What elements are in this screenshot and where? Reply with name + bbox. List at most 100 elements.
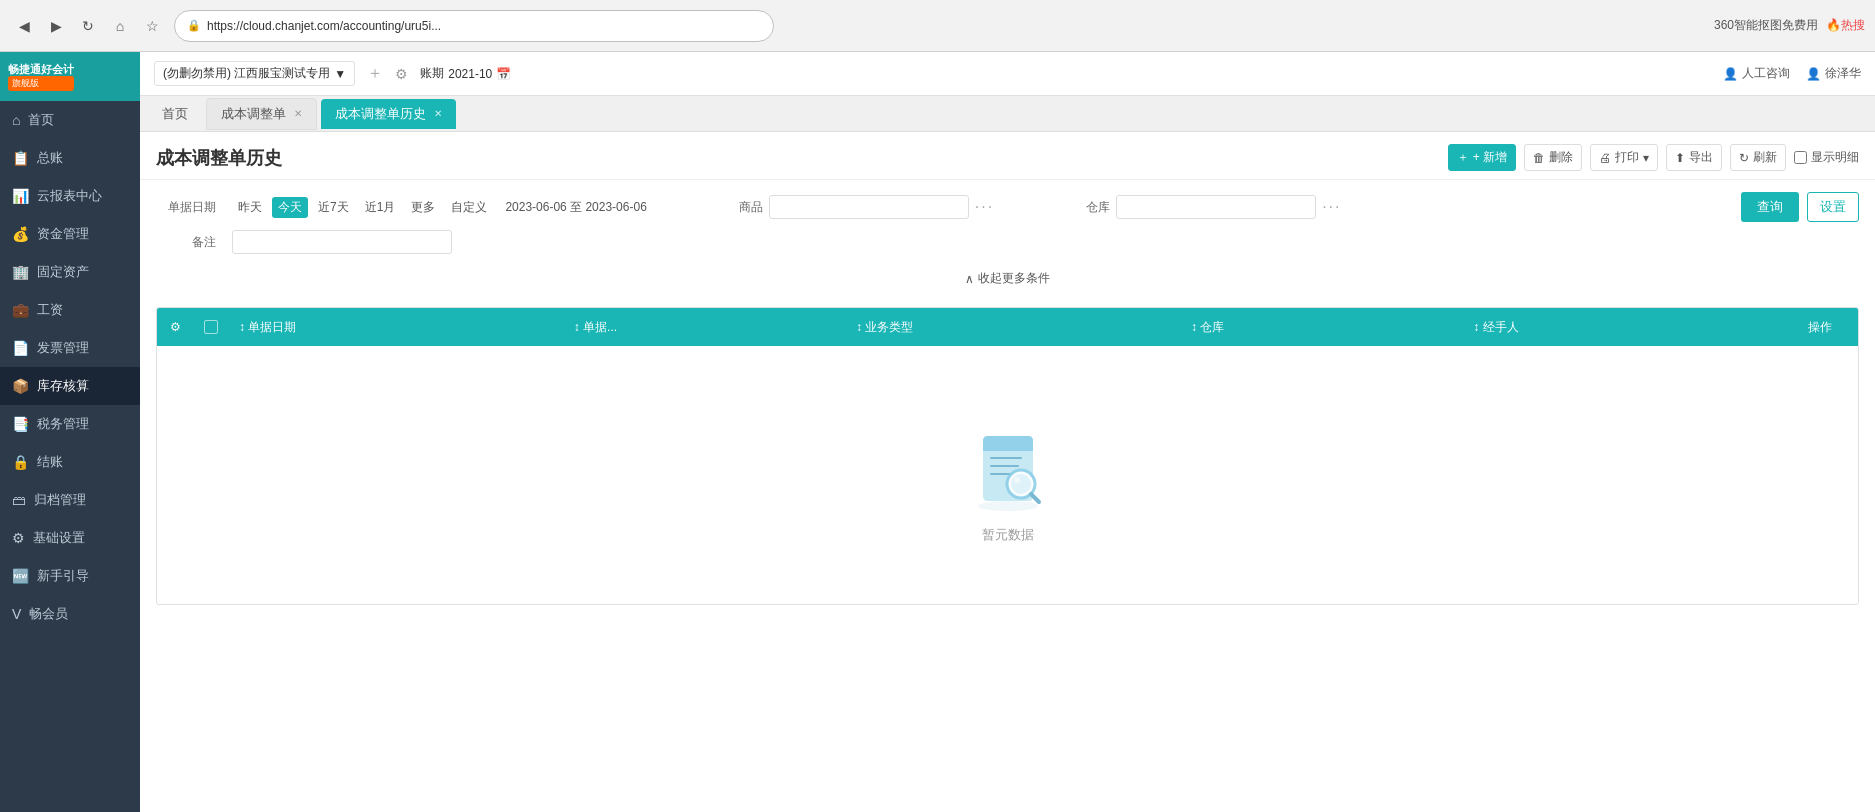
home-button[interactable]: ⌂ — [106, 12, 134, 40]
sidebar-label-invoice: 发票管理 — [37, 339, 89, 357]
th-biz-type[interactable]: ↕ 业务类型 — [846, 319, 1181, 336]
main-content: (勿删勿禁用) 江西服宝测试专用 ▼ ＋ ⚙ 账期 2021-10 📅 👤 人工… — [140, 52, 1875, 812]
hot-label: 🔥热搜 — [1826, 17, 1865, 34]
sidebar-item-assets[interactable]: 🏢 固定资产 — [0, 253, 140, 291]
sidebar-label-archive: 归档管理 — [34, 491, 86, 509]
calendar-icon[interactable]: 📅 — [496, 67, 511, 81]
th-date[interactable]: ↕ 单据日期 — [229, 319, 564, 336]
settings-search-button[interactable]: 设置 — [1807, 192, 1859, 222]
logo-badge: 旗舰版 — [8, 76, 74, 91]
period-label: 账期 — [420, 65, 444, 82]
sidebar-item-invoice[interactable]: 📄 发票管理 — [0, 329, 140, 367]
tab-cost-adjust-close[interactable]: ✕ — [294, 108, 302, 119]
goods-input[interactable] — [769, 195, 969, 219]
sidebar-item-settings[interactable]: ⚙ 基础设置 — [0, 519, 140, 557]
add-button[interactable]: ＋ + 新增 — [1448, 144, 1516, 171]
search-label: 360智能抠图免费用 — [1714, 17, 1818, 34]
svg-line-6 — [1031, 494, 1039, 502]
tab-home[interactable]: 首页 — [148, 99, 202, 129]
sidebar-item-home[interactable]: ⌂ 首页 — [0, 101, 140, 139]
user-menu[interactable]: 👤 徐泽华 — [1806, 65, 1861, 82]
app-header: (勿删勿禁用) 江西服宝测试专用 ▼ ＋ ⚙ 账期 2021-10 📅 👤 人工… — [140, 52, 1875, 96]
sidebar-label-guide: 新手引导 — [37, 567, 89, 585]
collapse-label: 收起更多条件 — [978, 270, 1050, 287]
add-tab-btn[interactable]: ＋ — [367, 63, 383, 84]
th-operator-label: ↕ 经手人 — [1473, 319, 1518, 336]
date-btn-custom[interactable]: 自定义 — [445, 197, 493, 218]
refresh-button[interactable]: ↻ — [74, 12, 102, 40]
display-toggle[interactable]: 显示明细 — [1794, 149, 1859, 166]
address-bar[interactable]: 🔒 https://cloud.chanjet.com/accounting/u… — [174, 10, 774, 42]
sidebar-item-guide[interactable]: 🆕 新手引导 — [0, 557, 140, 595]
sidebar-label-reports: 云报表中心 — [37, 187, 102, 205]
sidebar-item-archive[interactable]: 🗃 归档管理 — [0, 481, 140, 519]
tab-cost-history[interactable]: 成本调整单历史 ✕ — [321, 99, 456, 129]
th-voucher[interactable]: ↕ 单据... — [564, 319, 846, 336]
warehouse-dots[interactable]: ··· — [1322, 198, 1341, 216]
remark-input[interactable] — [232, 230, 452, 254]
filter-row-1: 单据日期 昨天 今天 近7天 近1月 更多 自定义 2023-06-06 至 2… — [156, 192, 1859, 222]
th-settings[interactable]: ⚙ — [157, 320, 193, 334]
th-action-label: 操作 — [1808, 319, 1832, 336]
star-button[interactable]: ☆ — [138, 12, 166, 40]
forward-button[interactable]: ▶ — [42, 12, 70, 40]
sidebar-item-inventory[interactable]: 📦 库存核算 — [0, 367, 140, 405]
tab-cost-adjust[interactable]: 成本调整单 ✕ — [206, 98, 317, 130]
date-filter: 昨天 今天 近7天 近1月 更多 自定义 2023-06-06 至 2023-0… — [232, 197, 647, 218]
settings-icon[interactable]: ⚙ — [395, 66, 408, 82]
date-btn-7days[interactable]: 近7天 — [312, 197, 355, 218]
ssl-icon: 🔒 — [187, 19, 201, 32]
sidebar-icon-salary: 💼 — [12, 302, 29, 318]
toolbar-right: ＋ + 新增 🗑 删除 🖨 打印 ▾ ⬆ 导出 — [1448, 144, 1859, 171]
service-icon: 👤 — [1723, 67, 1738, 81]
sidebar-item-tax[interactable]: 📑 税务管理 — [0, 405, 140, 443]
export-icon: ⬆ — [1675, 151, 1685, 165]
company-selector[interactable]: (勿删勿禁用) 江西服宝测试专用 ▼ — [154, 61, 355, 86]
period-info: 账期 2021-10 📅 — [420, 65, 511, 82]
header-right: 👤 人工咨询 👤 徐泽华 — [1723, 65, 1861, 82]
collapse-arrow: ∧ — [965, 272, 974, 286]
collapse-button[interactable]: ∧ 收起更多条件 — [965, 270, 1050, 287]
url-text: https://cloud.chanjet.com/accounting/uru… — [207, 19, 761, 33]
th-operator[interactable]: ↕ 经手人 — [1463, 319, 1798, 336]
date-btn-yesterday[interactable]: 昨天 — [232, 197, 268, 218]
date-filter-label: 单据日期 — [156, 199, 216, 216]
export-button[interactable]: ⬆ 导出 — [1666, 144, 1722, 171]
th-voucher-label: ↕ 单据... — [574, 319, 617, 336]
print-icon: 🖨 — [1599, 151, 1611, 165]
date-btn-more[interactable]: 更多 — [405, 197, 441, 218]
service-btn[interactable]: 👤 人工咨询 — [1723, 65, 1790, 82]
user-name: 徐泽华 — [1825, 65, 1861, 82]
sidebar-item-salary[interactable]: 💼 工资 — [0, 291, 140, 329]
delete-button[interactable]: 🗑 删除 — [1524, 144, 1582, 171]
sidebar-item-closing[interactable]: 🔒 结账 — [0, 443, 140, 481]
period-value: 2021-10 — [448, 67, 492, 81]
sidebar-label-closing: 结账 — [37, 453, 63, 471]
sidebar-item-ledger[interactable]: 📋 总账 — [0, 139, 140, 177]
table-header: ⚙ ↕ 单据日期 ↕ 单据... ↕ 业务类型 ↕ 仓库 — [157, 308, 1858, 346]
th-warehouse[interactable]: ↕ 仓库 — [1181, 319, 1463, 336]
display-checkbox[interactable] — [1794, 151, 1807, 164]
th-checkbox[interactable] — [193, 320, 229, 334]
sidebar-icon-member: V — [12, 606, 21, 622]
date-btn-today[interactable]: 今天 — [272, 197, 308, 218]
filter-row-2: 备注 — [156, 230, 1859, 254]
goods-dots[interactable]: ··· — [975, 198, 994, 216]
sidebar-item-member[interactable]: V 畅会员 — [0, 595, 140, 633]
refresh-icon: ↻ — [1739, 151, 1749, 165]
dropdown-icon: ▼ — [334, 67, 346, 81]
date-btn-1month[interactable]: 近1月 — [359, 197, 402, 218]
refresh-button[interactable]: ↻ 刷新 — [1730, 144, 1786, 171]
tab-cost-history-close[interactable]: ✕ — [434, 108, 442, 119]
settings-icon: ⚙ — [170, 320, 181, 334]
print-button[interactable]: 🖨 打印 ▾ — [1590, 144, 1658, 171]
back-button[interactable]: ◀ — [10, 12, 38, 40]
sidebar-item-reports[interactable]: 📊 云报表中心 — [0, 177, 140, 215]
goods-filter: 商品 ··· — [703, 195, 994, 219]
sidebar-logo: 畅捷通好会计 旗舰版 — [0, 52, 140, 101]
query-button[interactable]: 查询 — [1741, 192, 1799, 222]
warehouse-input[interactable] — [1116, 195, 1316, 219]
sidebar-item-funds[interactable]: 💰 资金管理 — [0, 215, 140, 253]
date-range: 2023-06-06 至 2023-06-06 — [505, 199, 646, 216]
empty-icon — [963, 426, 1053, 516]
